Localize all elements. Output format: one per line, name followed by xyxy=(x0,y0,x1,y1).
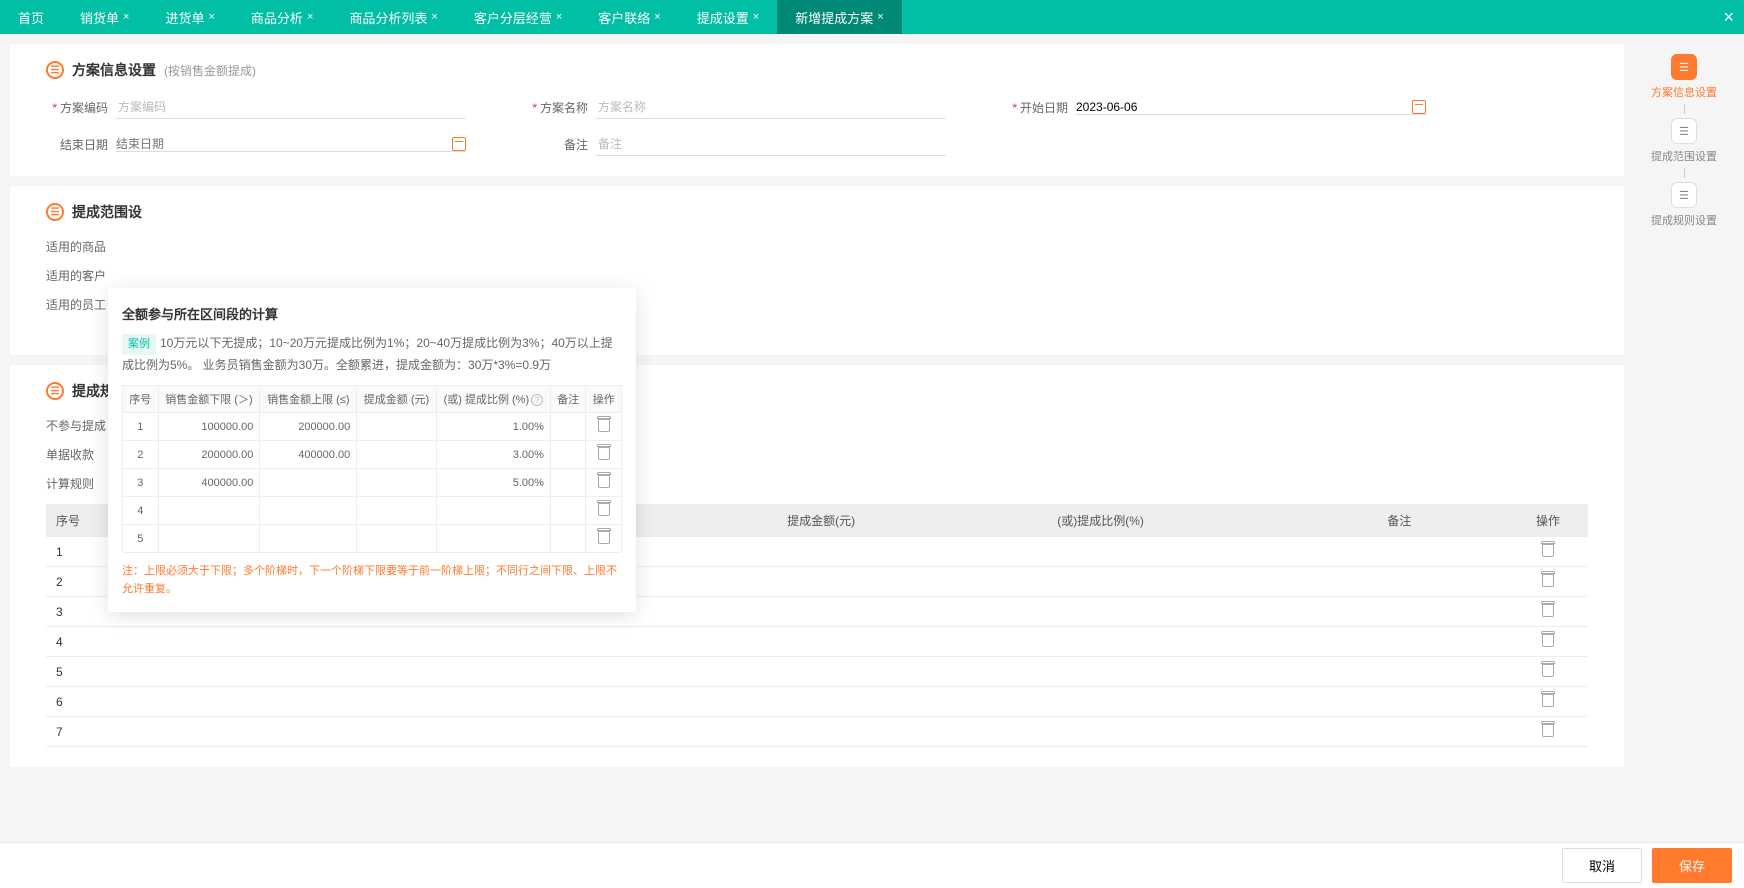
tab-commission-settings[interactable]: 提成设置× xyxy=(679,0,777,34)
delete-icon[interactable] xyxy=(598,530,610,544)
tab-bar-close-icon[interactable]: × xyxy=(1723,0,1734,34)
tab-goods-list[interactable]: 商品分析列表× xyxy=(331,0,455,34)
table-row[interactable]: 6 xyxy=(46,687,1588,717)
tab-new-commission[interactable]: 新增提成方案× xyxy=(777,0,901,34)
anchor-nav: ☰ 方案信息设置 ☰ 提成范围设置 ☰ 提成规则设置 xyxy=(1624,34,1744,842)
table-row: 2200000.00400000.003.00% xyxy=(123,441,622,469)
close-icon[interactable]: × xyxy=(877,11,883,23)
footer-bar: 取消 保存 xyxy=(0,842,1744,888)
remark-input[interactable] xyxy=(596,133,946,156)
delete-icon[interactable] xyxy=(598,502,610,516)
close-icon[interactable]: × xyxy=(307,11,313,23)
cancel-button[interactable]: 取消 xyxy=(1562,848,1642,883)
anchor-rule[interactable]: ☰ 提成规则设置 xyxy=(1651,182,1717,228)
calendar-icon[interactable] xyxy=(452,137,466,151)
anchor-icon: ☰ xyxy=(1671,54,1697,80)
tab-home[interactable]: 首页 xyxy=(0,0,62,34)
tab-purchase[interactable]: 进货单× xyxy=(147,0,232,34)
help-icon[interactable]: ? xyxy=(531,394,543,406)
example-table: 序号 销售金额下限 (＞) 销售金额上限 (≤) 提成金额 (元) (或) 提成… xyxy=(122,385,622,553)
tab-customer-tier[interactable]: 客户分层经营× xyxy=(456,0,580,34)
anchor-scope[interactable]: ☰ 提成范围设置 xyxy=(1651,118,1717,164)
start-date-input[interactable] xyxy=(1076,100,1412,114)
close-icon[interactable]: × xyxy=(556,11,562,23)
tab-sales[interactable]: 销货单× xyxy=(62,0,147,34)
table-row[interactable]: 4 xyxy=(46,627,1588,657)
section-icon: ☰ xyxy=(46,382,64,400)
delete-icon[interactable] xyxy=(1542,693,1554,707)
close-icon[interactable]: × xyxy=(654,11,660,23)
close-icon[interactable]: × xyxy=(208,11,214,23)
delete-icon[interactable] xyxy=(1542,543,1554,557)
anchor-plan-info[interactable]: ☰ 方案信息设置 xyxy=(1651,54,1717,100)
delete-icon[interactable] xyxy=(598,474,610,488)
example-tag: 案例 xyxy=(122,334,156,355)
delete-icon[interactable] xyxy=(1542,573,1554,587)
example-popover: 全额参与所在区间段的计算 案例10万元以下无提成；10~20万元提成比例为1%；… xyxy=(108,288,636,612)
close-icon[interactable]: × xyxy=(431,11,437,23)
popover-note: 注：上限必须大于下限；多个阶梯时，下一个阶梯下限要等于前一阶梯上限；不同行之间下… xyxy=(122,563,622,598)
card-plan-info: ☰ 方案信息设置 (按销售金额提成) *方案编码 *方案名称 *开始日期 xyxy=(10,44,1624,176)
tab-goods-analysis[interactable]: 商品分析× xyxy=(233,0,331,34)
tab-customer-contact[interactable]: 客户联络× xyxy=(580,0,678,34)
section-icon: ☰ xyxy=(46,61,64,79)
table-row[interactable]: 5 xyxy=(46,657,1588,687)
end-date-input[interactable] xyxy=(116,137,452,151)
delete-icon[interactable] xyxy=(1542,603,1554,617)
delete-icon[interactable] xyxy=(1542,633,1554,647)
section-subtitle: (按销售金额提成) xyxy=(164,62,256,79)
table-row: 3400000.005.00% xyxy=(123,469,622,497)
popover-title: 全额参与所在区间段的计算 xyxy=(122,304,622,323)
plan-name-input[interactable] xyxy=(596,96,946,119)
section-title: 提成范围设 xyxy=(72,202,142,222)
main-content: ☰ 方案信息设置 (按销售金额提成) *方案编码 *方案名称 *开始日期 xyxy=(0,34,1624,842)
table-row: 5 xyxy=(123,525,622,553)
table-row: 1100000.00200000.001.00% xyxy=(123,413,622,441)
delete-icon[interactable] xyxy=(598,446,610,460)
close-icon[interactable]: × xyxy=(123,11,129,23)
table-row: 4 xyxy=(123,497,622,525)
section-icon: ☰ xyxy=(46,203,64,221)
delete-icon[interactable] xyxy=(1542,723,1554,737)
close-icon[interactable]: × xyxy=(753,11,759,23)
plan-code-input[interactable] xyxy=(116,96,466,119)
anchor-icon: ☰ xyxy=(1671,182,1697,208)
delete-icon[interactable] xyxy=(1542,663,1554,677)
save-button[interactable]: 保存 xyxy=(1652,848,1732,883)
section-title: 方案信息设置 xyxy=(72,60,156,80)
calendar-icon[interactable] xyxy=(1412,100,1426,114)
delete-icon[interactable] xyxy=(598,418,610,432)
anchor-icon: ☰ xyxy=(1671,118,1697,144)
tab-bar: 首页 销货单× 进货单× 商品分析× 商品分析列表× 客户分层经营× 客户联络×… xyxy=(0,0,1744,34)
table-row[interactable]: 7 xyxy=(46,717,1588,747)
